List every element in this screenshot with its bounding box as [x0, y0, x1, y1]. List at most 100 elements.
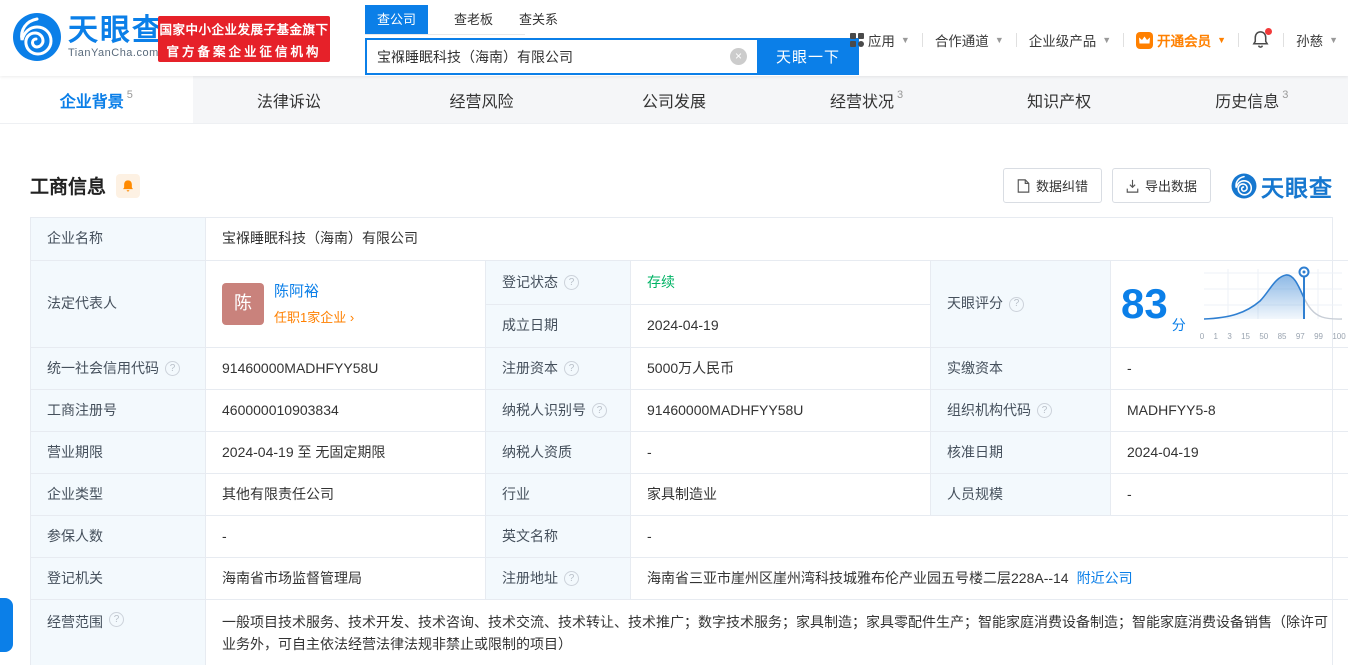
- score-value: 83: [1121, 280, 1168, 327]
- label-text: 成立日期: [502, 317, 558, 334]
- tab-operating-risk[interactable]: 经营风险: [385, 76, 578, 123]
- company-section-tabs: 企业背景 5 法律诉讼 经营风险 公司发展 经营状况 3 知识产权 历史信息 3: [0, 76, 1348, 124]
- section-title: 工商信息: [30, 177, 107, 198]
- score-axis-ticks: 01 3 15 50 85 97 99 100: [1199, 331, 1346, 341]
- field-value-legal-rep: 陈 陈阿裕 任职1家企业 ›: [206, 261, 486, 348]
- bell-icon: [123, 179, 133, 191]
- nav-cooperation-label: 合作通道: [934, 34, 989, 49]
- value-text: -: [1127, 485, 1132, 502]
- label-text: 实缴资本: [947, 359, 1003, 376]
- help-icon[interactable]: ?: [165, 361, 180, 376]
- status-badge: 存续: [647, 273, 675, 290]
- search-input[interactable]: [365, 38, 757, 75]
- bell-curve-chart: [1203, 266, 1342, 320]
- legal-rep-positions-link[interactable]: 任职1家企业 ›: [274, 308, 354, 328]
- field-label-reg-authority: 登记机关: [31, 558, 206, 600]
- label-text: 天眼评分: [947, 295, 1003, 312]
- value-text: -: [647, 527, 652, 544]
- help-icon[interactable]: ?: [564, 361, 579, 376]
- export-data-button[interactable]: 导出数据: [1111, 168, 1211, 203]
- field-label-reg-address: 注册地址 ?: [486, 558, 631, 600]
- field-value-staff-size: -: [1111, 474, 1348, 516]
- field-label-reg-no: 工商注册号: [31, 390, 206, 432]
- field-label-industry: 行业: [486, 474, 631, 516]
- nearby-companies-link[interactable]: 附近公司: [1077, 568, 1133, 590]
- tab-legal-litigation[interactable]: 法律诉讼: [193, 76, 386, 123]
- data-correction-button[interactable]: 数据纠错: [1002, 168, 1102, 203]
- tab-company-development[interactable]: 公司发展: [578, 76, 771, 123]
- tab-intellectual-property[interactable]: 知识产权: [963, 76, 1156, 123]
- nav-cooperation[interactable]: 合作通道 ▼: [935, 30, 1004, 50]
- tianyancha-logo[interactable]: 天眼查 TianYanCha.com: [12, 12, 164, 62]
- field-value-english-name: -: [631, 516, 1348, 558]
- label-text: 统一社会信用代码: [47, 359, 159, 376]
- help-icon[interactable]: ?: [1009, 296, 1024, 312]
- help-icon[interactable]: ?: [564, 571, 579, 586]
- field-value-reg-no: 460000010903834: [206, 390, 486, 432]
- search-zone: 查公司 查老板 查关系 × 天眼一下: [365, 5, 859, 75]
- search-tab-relation[interactable]: 查关系: [519, 5, 558, 34]
- clear-search-icon[interactable]: ×: [730, 48, 747, 65]
- nav-vip-upgrade[interactable]: 开通会员 ▼: [1136, 30, 1226, 50]
- field-value-tyc-score: 83 分 0 1 3 15 50 85 97 99 100: [1111, 261, 1348, 348]
- business-scope-text: 一般项目技术服务、技术开发、技术咨询、技术交流、技术转让、技术推广；数字技术服务…: [222, 614, 1328, 652]
- label-text: 企业类型: [47, 485, 103, 502]
- chevron-down-icon: ▼: [900, 35, 910, 45]
- label-text: 纳税人识别号: [502, 401, 586, 418]
- tab-label: 知识产权: [1027, 93, 1092, 111]
- help-icon[interactable]: ?: [592, 403, 607, 418]
- nav-apps[interactable]: 应用 ▼: [849, 30, 910, 50]
- logo-text: 天眼查: [68, 13, 164, 47]
- top-right-nav: 应用 ▼ 合作通道 ▼ 企业级产品 ▼ 开通会员 ▼ 孙慈 ▼: [849, 28, 1338, 50]
- label-text: 纳税人资质: [502, 443, 572, 460]
- legal-rep-avatar[interactable]: 陈: [222, 283, 264, 325]
- company-name: 宝褓睡眠科技（海南）有限公司: [222, 230, 418, 247]
- label-text: 核准日期: [947, 443, 1003, 460]
- value-text: 2024-04-19 至 无固定期限: [222, 443, 386, 460]
- field-label-reg-capital: 注册资本 ?: [486, 348, 631, 390]
- search-tab-company[interactable]: 查公司: [365, 5, 429, 34]
- field-value-reg-status: 存续: [631, 261, 931, 305]
- value-text: 海南省市场监督管理局: [222, 569, 362, 586]
- field-value-business-scope: 一般项目技术服务、技术开发、技术咨询、技术交流、技术转让、技术推广；数字技术服务…: [206, 600, 1348, 665]
- field-label-business-scope: 经营范围 ?: [31, 600, 206, 665]
- tab-operating-status[interactable]: 经营状况 3: [770, 76, 963, 123]
- help-icon[interactable]: ?: [564, 275, 579, 290]
- subscribe-bell-button[interactable]: [116, 173, 141, 198]
- legal-rep-name-link[interactable]: 陈阿裕: [274, 280, 354, 303]
- value-text: 其他有限责任公司: [222, 485, 334, 502]
- value-text: 91460000MADHFYY58U: [647, 401, 804, 418]
- field-label-company-type: 企业类型: [31, 474, 206, 516]
- field-label-legal-rep: 法定代表人: [31, 261, 206, 348]
- value-text: MADHFYY5-8: [1127, 401, 1216, 418]
- field-label-paid-capital: 实缴资本: [931, 348, 1111, 390]
- value-text: 91460000MADHFYY58U: [222, 359, 379, 376]
- field-value-approval-date: 2024-04-19: [1111, 432, 1348, 474]
- floating-side-widget[interactable]: [0, 598, 13, 652]
- search-tab-boss[interactable]: 查老板: [454, 5, 493, 34]
- field-value-reg-address: 海南省三亚市崖州区崖州湾科技城雅布伦产业园五号楼二层228A--14 附近公司: [631, 558, 1348, 600]
- notification-bell[interactable]: [1251, 28, 1273, 50]
- field-label-taxpayer-id: 纳税人识别号 ?: [486, 390, 631, 432]
- tab-company-background[interactable]: 企业背景 5: [0, 76, 193, 123]
- help-icon[interactable]: ?: [1037, 403, 1052, 418]
- gov-accreditation-badge: 国家中小企业发展子基金旗下 官方备案企业征信机构: [158, 16, 330, 62]
- watermark-text: 天眼查: [1261, 174, 1333, 201]
- logo-swirl-icon: [1231, 173, 1257, 198]
- user-menu[interactable]: 孙慈 ▼: [1296, 30, 1338, 50]
- value-text: -: [222, 527, 227, 544]
- chevron-down-icon: ▼: [1329, 35, 1338, 45]
- field-value-business-term: 2024-04-19 至 无固定期限: [206, 432, 486, 474]
- score-distribution-chart: 01 3 15 50 85 97 99 100: [1198, 265, 1348, 343]
- divider: [1238, 33, 1240, 47]
- nav-enterprise-products[interactable]: 企业级产品 ▼: [1029, 30, 1111, 50]
- business-info-table: 企业名称 宝褓睡眠科技（海南）有限公司 法定代表人 陈 陈阿裕 任职1家企业 ›…: [30, 217, 1348, 665]
- search-button[interactable]: 天眼一下: [757, 38, 859, 75]
- divider: [1015, 33, 1017, 47]
- logo-swirl-icon: [13, 13, 61, 61]
- notification-dot: [1265, 28, 1273, 35]
- tab-history-info[interactable]: 历史信息 3: [1155, 76, 1348, 123]
- help-icon[interactable]: ?: [109, 612, 124, 627]
- tab-label: 经营风险: [449, 93, 514, 111]
- label-text: 工商注册号: [47, 401, 117, 418]
